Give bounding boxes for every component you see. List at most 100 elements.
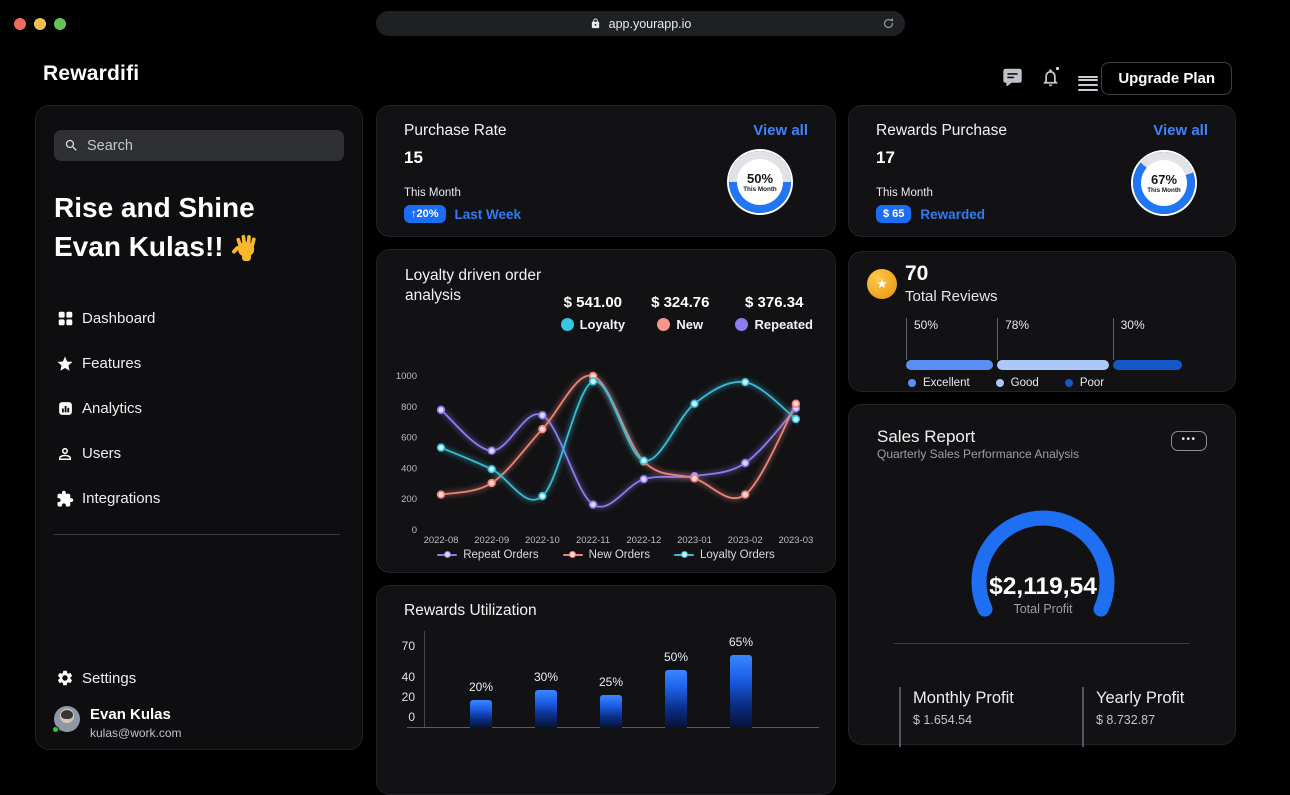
sidebar-item-label: Settings [82, 670, 136, 687]
badge-note: Last Week [455, 207, 522, 222]
upgrade-plan-button[interactable]: Upgrade Plan [1101, 62, 1232, 95]
sidebar-nav: Dashboard Features Analytics Users [36, 296, 362, 521]
svg-text:600: 600 [401, 433, 417, 444]
total-profit-label: Total Profit [1013, 602, 1073, 616]
legend-dot [1065, 379, 1073, 387]
series-legend-item: Repeat Orders [437, 549, 538, 561]
legend-dot [561, 318, 574, 331]
close-window-button[interactable] [14, 18, 26, 30]
svg-text:2023-03: 2023-03 [778, 535, 813, 546]
card-title: Sales Report [877, 427, 975, 447]
purchase-rate-card: Purchase Rate View all 15 This Month ↑20… [376, 105, 836, 237]
minimize-window-button[interactable] [34, 18, 46, 30]
app-window: app.yourapp.io Rewardifi Upgrade Plan [0, 0, 1290, 734]
card-title: Loyalty driven order analysis [405, 266, 570, 306]
star-icon [56, 355, 74, 373]
svg-text:2022-08: 2022-08 [424, 535, 459, 546]
sidebar-item-dashboard[interactable]: Dashboard [36, 296, 362, 341]
sidebar-item-integrations[interactable]: Integrations [36, 476, 362, 521]
stat-value: 17 [876, 148, 895, 168]
legend-dot [908, 379, 916, 387]
sidebar-item-features[interactable]: Features [36, 341, 362, 386]
bar-value-label: 50% [664, 650, 688, 664]
review-legend-item: Excellent [908, 377, 970, 389]
y-axis-line [424, 631, 425, 728]
series-legend: Repeat Orders New Orders Loyalty Orders [377, 549, 835, 561]
review-bar [1113, 360, 1182, 370]
donut-sublabel: This Month [743, 186, 777, 193]
loyalty-legend: $ 541.00Loyalty$ 324.76New$ 376.34Repeat… [561, 294, 813, 332]
bar: 20% [470, 700, 492, 728]
sidebar-item-settings[interactable]: Settings [36, 663, 362, 693]
window-controls [14, 18, 66, 30]
more-options-icon[interactable]: ••• [1171, 431, 1207, 451]
reviews-label: Total Reviews [905, 288, 998, 305]
bell-icon[interactable] [1038, 65, 1062, 89]
view-all-link[interactable]: View all [753, 122, 808, 139]
review-legend-item: Good [996, 377, 1039, 389]
search-input[interactable] [87, 138, 334, 154]
menu-icon[interactable] [1076, 65, 1100, 89]
review-bar [997, 360, 1109, 370]
grid-icon [56, 310, 74, 328]
bar: 25% [600, 695, 622, 728]
y-tick-label: 70 [385, 639, 415, 653]
chat-icon[interactable] [1000, 65, 1024, 89]
svg-text:800: 800 [401, 402, 417, 413]
bars: 20% 30% 25% 50% 65% [470, 631, 752, 728]
user-icon [56, 445, 74, 463]
notification-dot [1055, 66, 1060, 71]
bar-value-label: 65% [729, 635, 753, 649]
url-text: app.yourapp.io [609, 17, 692, 31]
view-all-link[interactable]: View all [1153, 122, 1208, 139]
sidebar-item-users[interactable]: Users [36, 431, 362, 476]
gear-icon [56, 669, 74, 687]
svg-text:2022-11: 2022-11 [576, 535, 610, 546]
donut-sublabel: This Month [1147, 187, 1181, 194]
profile-email: kulas@work.com [90, 726, 182, 740]
user-profile[interactable]: Evan Kulas kulas@work.com [54, 706, 182, 740]
profit-column: Yearly Profit$ 8.732.87 [1082, 687, 1211, 747]
card-title: Rewards Purchase [876, 122, 1007, 140]
sidebar-item-label: Dashboard [82, 310, 155, 327]
series-legend-item: Loyalty Orders [674, 549, 775, 561]
total-reviews-card: ★ 70 Total Reviews 50%78%30% ExcellentGo… [848, 251, 1236, 392]
brand-logo: Rewardifi [43, 62, 139, 86]
svg-text:0: 0 [412, 525, 417, 536]
donut-percent: 67% [1151, 173, 1177, 186]
bar-value-label: 25% [599, 675, 623, 689]
browser-chrome: app.yourapp.io [0, 0, 1290, 47]
maximize-window-button[interactable] [54, 18, 66, 30]
puzzle-icon [56, 490, 74, 508]
legend-marker-icon [437, 551, 457, 559]
stat-period: This Month [404, 187, 461, 199]
reviews-count: 70 [905, 262, 928, 286]
legend-marker-icon [674, 551, 694, 559]
sidebar-item-label: Integrations [82, 490, 160, 507]
lock-icon [590, 17, 601, 30]
bar: 65% [730, 655, 752, 728]
sidebar-item-analytics[interactable]: Analytics [36, 386, 362, 431]
address-bar[interactable]: app.yourapp.io [376, 11, 905, 36]
legend-item: $ 541.00Loyalty [561, 294, 626, 332]
bar-value-label: 30% [534, 670, 558, 684]
sales-columns: Monthly Profit$ 1.654.54Yearly Profit$ 8… [899, 687, 1211, 747]
review-segment: 30% [1113, 318, 1182, 370]
svg-text:1000: 1000 [396, 371, 417, 382]
online-status-dot [52, 726, 59, 733]
line-chart: 020040060080010002022-082022-092022-1020… [377, 362, 837, 552]
card-title: Rewards Utilization [404, 602, 537, 620]
legend-marker-icon [563, 551, 583, 559]
search-box[interactable] [54, 130, 344, 161]
series-legend-item: New Orders [563, 549, 650, 561]
greeting: Rise and Shine Evan Kulas!! [54, 188, 261, 271]
review-bar [906, 360, 993, 370]
reload-icon[interactable] [881, 16, 896, 36]
svg-text:200: 200 [401, 494, 417, 505]
svg-text:2023-01: 2023-01 [677, 535, 712, 546]
tick-line [906, 318, 907, 360]
profit-column: Monthly Profit$ 1.654.54 [899, 687, 1082, 747]
progress-donut: 50% This Month [729, 151, 791, 213]
sales-report-card: Sales Report Quarterly Sales Performance… [848, 404, 1236, 745]
y-tick-label: 0 [385, 710, 415, 724]
